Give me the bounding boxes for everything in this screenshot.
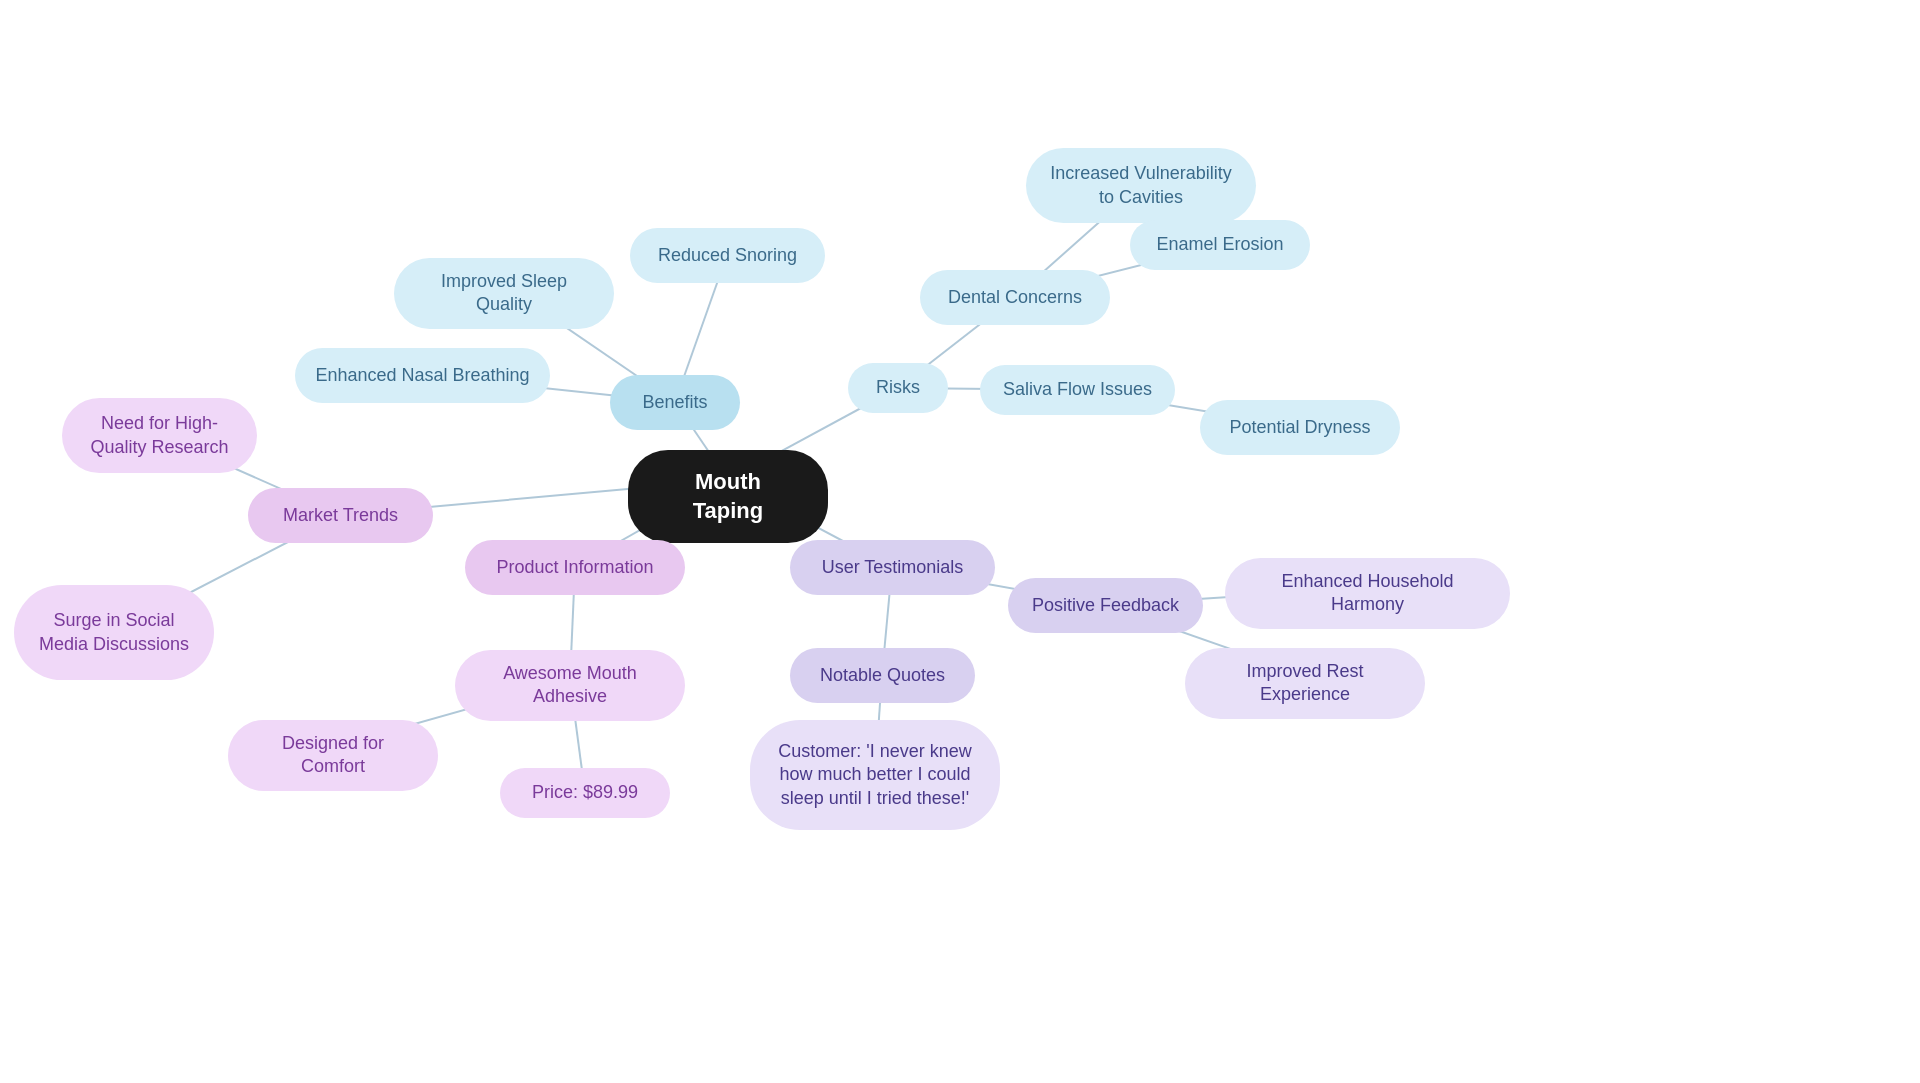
node-market-trends: Market Trends — [248, 488, 433, 543]
node-enhanced-harmony: Enhanced Household Harmony — [1225, 558, 1510, 629]
node-risks: Risks — [848, 363, 948, 413]
center-node: Mouth Taping — [628, 450, 828, 543]
node-vulnerability: Increased Vulnerability to Cavities — [1026, 148, 1256, 223]
node-reduced-snoring: Reduced Snoring — [630, 228, 825, 283]
node-notable-quotes: Notable Quotes — [790, 648, 975, 703]
node-designed-comfort: Designed for Comfort — [228, 720, 438, 791]
node-improved-rest: Improved Rest Experience — [1185, 648, 1425, 719]
node-positive-feedback: Positive Feedback — [1008, 578, 1203, 633]
node-customer-quote: Customer: 'I never knew how much better … — [750, 720, 1000, 830]
node-enamel: Enamel Erosion — [1130, 220, 1310, 270]
node-product-info: Product Information — [465, 540, 685, 595]
node-benefits: Benefits — [610, 375, 740, 430]
node-price: Price: $89.99 — [500, 768, 670, 818]
node-social-media: Surge in Social Media Discussions — [14, 585, 214, 680]
node-awesome-mouth: Awesome Mouth Adhesive — [455, 650, 685, 721]
node-high-quality: Need for High-Quality Research — [62, 398, 257, 473]
node-user-testimonials: User Testimonials — [790, 540, 995, 595]
node-saliva-flow: Saliva Flow Issues — [980, 365, 1175, 415]
node-enhanced-nasal: Enhanced Nasal Breathing — [295, 348, 550, 403]
node-dental-concerns: Dental Concerns — [920, 270, 1110, 325]
node-improved-sleep: Improved Sleep Quality — [394, 258, 614, 329]
node-potential-dryness: Potential Dryness — [1200, 400, 1400, 455]
